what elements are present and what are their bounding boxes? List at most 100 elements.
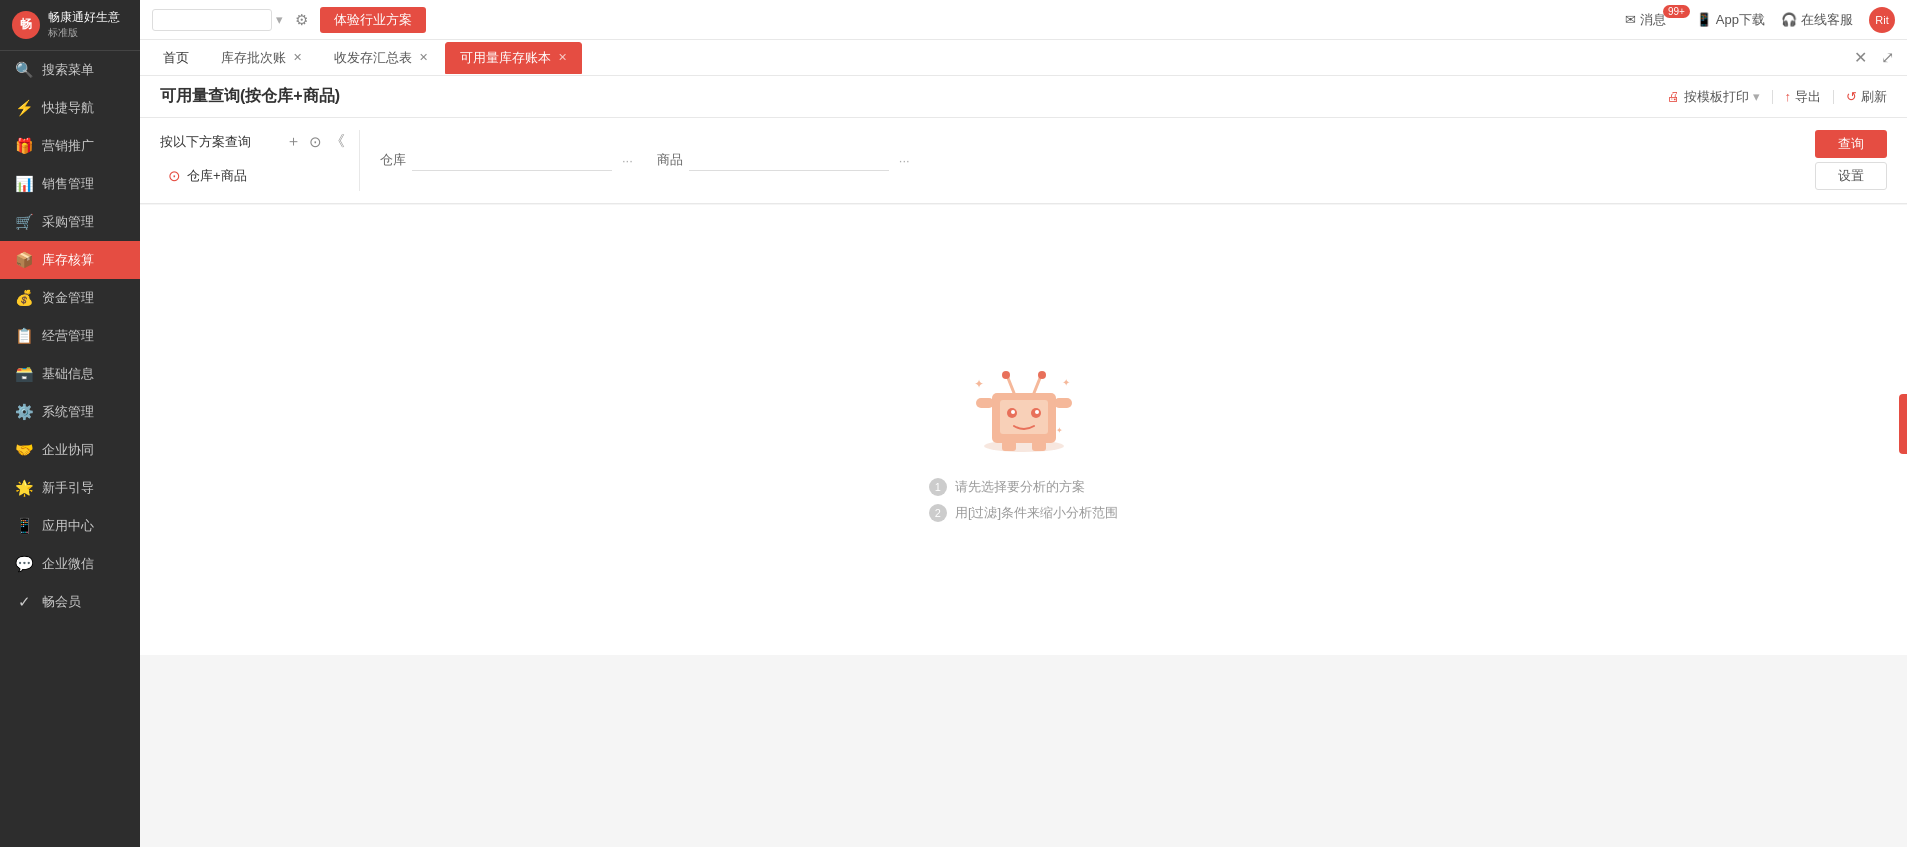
query-scheme-actions: ＋ ⊙ 《 xyxy=(284,130,347,153)
divider xyxy=(1772,90,1773,104)
sales-icon: 📊 xyxy=(14,175,34,193)
warehouse-input[interactable] xyxy=(412,149,612,171)
sidebar-item-system[interactable]: ⚙️ 系统管理 xyxy=(0,393,140,431)
svg-rect-14 xyxy=(1032,441,1046,451)
tab-receipt-summary[interactable]: 收发存汇总表 ✕ xyxy=(319,42,443,74)
collapse-scheme-button[interactable]: 《 xyxy=(328,130,347,153)
search-icon: 🔍 xyxy=(14,61,34,79)
export-button[interactable]: ↑ 导出 xyxy=(1785,88,1822,106)
finance-icon: 💰 xyxy=(14,289,34,307)
operation-icon: 📋 xyxy=(14,327,34,345)
sidebar-item-finance[interactable]: 💰 资金管理 xyxy=(0,279,140,317)
member-icon: ✓ xyxy=(14,593,34,611)
warehouse-label: 仓库 xyxy=(380,151,406,169)
tab-close-receipt-summary[interactable]: ✕ xyxy=(419,51,428,64)
right-scroll-hint xyxy=(1899,394,1907,454)
user-avatar[interactable]: Rit xyxy=(1869,7,1895,33)
print-button[interactable]: 🖨 按模板打印 ▾ xyxy=(1667,88,1760,106)
wechat-icon: 💬 xyxy=(14,555,34,573)
page-content: 可用量查询(按仓库+商品) 🖨 按模板打印 ▾ ↑ 导出 ↺ 刷新 xyxy=(140,76,1907,847)
basic-icon: 🗃️ xyxy=(14,365,34,383)
app-icon: 📱 xyxy=(1696,12,1712,27)
add-scheme-button[interactable]: ＋ xyxy=(284,130,303,153)
svg-text:✦: ✦ xyxy=(974,377,984,391)
dropdown-icon[interactable]: ▾ xyxy=(276,12,283,27)
page-title: 可用量查询(按仓库+商品) xyxy=(160,86,340,107)
sidebar-item-apps[interactable]: 📱 应用中心 xyxy=(0,507,140,545)
print-icon: 🖨 xyxy=(1667,89,1680,104)
warehouse-field: 仓库 ··· xyxy=(380,149,637,171)
newbie-icon: 🌟 xyxy=(14,479,34,497)
system-icon: ⚙️ xyxy=(14,403,34,421)
quick-nav-icon: ⚡ xyxy=(14,99,34,117)
tab-close-batch-ledger[interactable]: ✕ xyxy=(293,51,302,64)
edit-scheme-button[interactable]: ⊙ xyxy=(307,131,324,153)
refresh-icon: ↺ xyxy=(1846,89,1857,104)
sidebar-item-inventory[interactable]: 📦 库存核算 xyxy=(0,241,140,279)
main-content: ▾ ⚙ 体验行业方案 ✉ 消息 99+ 📱 App下载 🎧 在线客服 Rit xyxy=(140,0,1907,847)
sidebar-item-search[interactable]: 🔍 搜索菜单 xyxy=(0,51,140,89)
goods-label: 商品 xyxy=(657,151,683,169)
app-download-button[interactable]: 📱 App下载 xyxy=(1696,11,1765,29)
svg-rect-11 xyxy=(976,398,994,408)
sidebar: 畅 畅康通好生意 标准版 🔍 搜索菜单 ⚡ 快捷导航 🎁 营销推广 📊 销售管理… xyxy=(0,0,140,847)
sidebar-badge: 标准版 xyxy=(48,26,120,40)
sidebar-item-purchase[interactable]: 🛒 采购管理 xyxy=(0,203,140,241)
svg-point-10 xyxy=(1038,371,1046,379)
query-scheme-panel: 按以下方案查询 ＋ ⊙ 《 ⊙ 仓库+商品 xyxy=(160,130,360,191)
tab-close-available-ledger[interactable]: ✕ xyxy=(558,51,567,64)
warehouse-more-button[interactable]: ··· xyxy=(618,153,637,168)
svg-point-5 xyxy=(1011,410,1015,414)
topbar-search-area: ▾ xyxy=(152,9,283,31)
sidebar-item-sales[interactable]: 📊 销售管理 xyxy=(0,165,140,203)
query-scheme-title: 按以下方案查询 xyxy=(160,133,251,151)
sidebar-item-marketing[interactable]: 🎁 营销推广 xyxy=(0,127,140,165)
print-dropdown-icon[interactable]: ▾ xyxy=(1753,89,1760,104)
sidebar-title: 畅康通好生意 xyxy=(48,10,120,26)
settings-button[interactable]: 设置 xyxy=(1815,162,1887,190)
cooperation-icon: 🤝 xyxy=(14,441,34,459)
tip-num-2: 2 xyxy=(929,504,947,522)
industry-solution-button[interactable]: 体验行业方案 xyxy=(320,7,426,33)
sidebar-item-wechat[interactable]: 💬 企业微信 xyxy=(0,545,140,583)
refresh-button[interactable]: ↺ 刷新 xyxy=(1846,88,1887,106)
goods-more-button[interactable]: ··· xyxy=(895,153,914,168)
sidebar-item-cooperation[interactable]: 🤝 企业协同 xyxy=(0,431,140,469)
sidebar-item-basic[interactable]: 🗃️ 基础信息 xyxy=(0,355,140,393)
sidebar-item-quick-nav[interactable]: ⚡ 快捷导航 xyxy=(0,89,140,127)
tabs-close-all-button[interactable]: ✕ xyxy=(1849,46,1872,69)
empty-state: ✦ ✦ ✦ 1 请先选择要分析的方案 2 用[过滤]条件来缩小分析范围 xyxy=(140,205,1907,655)
tab-batch-ledger[interactable]: 库存批次账 ✕ xyxy=(206,42,317,74)
svg-rect-12 xyxy=(1054,398,1072,408)
svg-point-8 xyxy=(1002,371,1010,379)
tab-available-ledger[interactable]: 可用量库存账本 ✕ xyxy=(445,42,582,74)
goods-field: 商品 ··· xyxy=(657,149,914,171)
empty-tip-2: 2 用[过滤]条件来缩小分析范围 xyxy=(929,504,1118,522)
apps-icon: 📱 xyxy=(14,517,34,535)
svg-rect-13 xyxy=(1002,441,1016,451)
query-button[interactable]: 查询 xyxy=(1815,130,1887,158)
goods-input[interactable] xyxy=(689,149,889,171)
svg-line-7 xyxy=(1008,378,1014,393)
message-button[interactable]: ✉ 消息 99+ xyxy=(1625,11,1680,29)
tabs-expand-button[interactable]: ⤢ xyxy=(1876,46,1899,69)
svg-text:✦: ✦ xyxy=(1062,377,1070,388)
sidebar-item-newbie[interactable]: 🌟 新手引导 xyxy=(0,469,140,507)
sidebar-logo: 畅 xyxy=(12,11,40,39)
user-avatar-circle: Rit xyxy=(1869,7,1895,33)
query-area: 按以下方案查询 ＋ ⊙ 《 ⊙ 仓库+商品 仓库 ··· xyxy=(140,118,1907,204)
sidebar-item-operation[interactable]: 📋 经营管理 xyxy=(0,317,140,355)
svg-point-6 xyxy=(1035,410,1039,414)
sidebar-item-member[interactable]: ✓ 畅会员 xyxy=(0,583,140,621)
sidebar-header: 畅 畅康通好生意 标准版 xyxy=(0,0,140,51)
purchase-icon: 🛒 xyxy=(14,213,34,231)
online-service-button[interactable]: 🎧 在线客服 xyxy=(1781,11,1853,29)
gear-icon[interactable]: ⚙ xyxy=(291,7,312,33)
tab-home[interactable]: 首页 xyxy=(148,42,204,74)
search-input[interactable] xyxy=(152,9,272,31)
message-icon: ✉ xyxy=(1625,12,1636,27)
sidebar-nav: 🔍 搜索菜单 ⚡ 快捷导航 🎁 营销推广 📊 销售管理 🛒 采购管理 📦 库存核… xyxy=(0,51,140,847)
scheme-item-warehouse-goods[interactable]: ⊙ 仓库+商品 xyxy=(160,161,347,191)
page-header-actions: 🖨 按模板打印 ▾ ↑ 导出 ↺ 刷新 xyxy=(1667,88,1888,106)
tabs-right-actions: ✕ ⤢ xyxy=(1849,46,1907,69)
